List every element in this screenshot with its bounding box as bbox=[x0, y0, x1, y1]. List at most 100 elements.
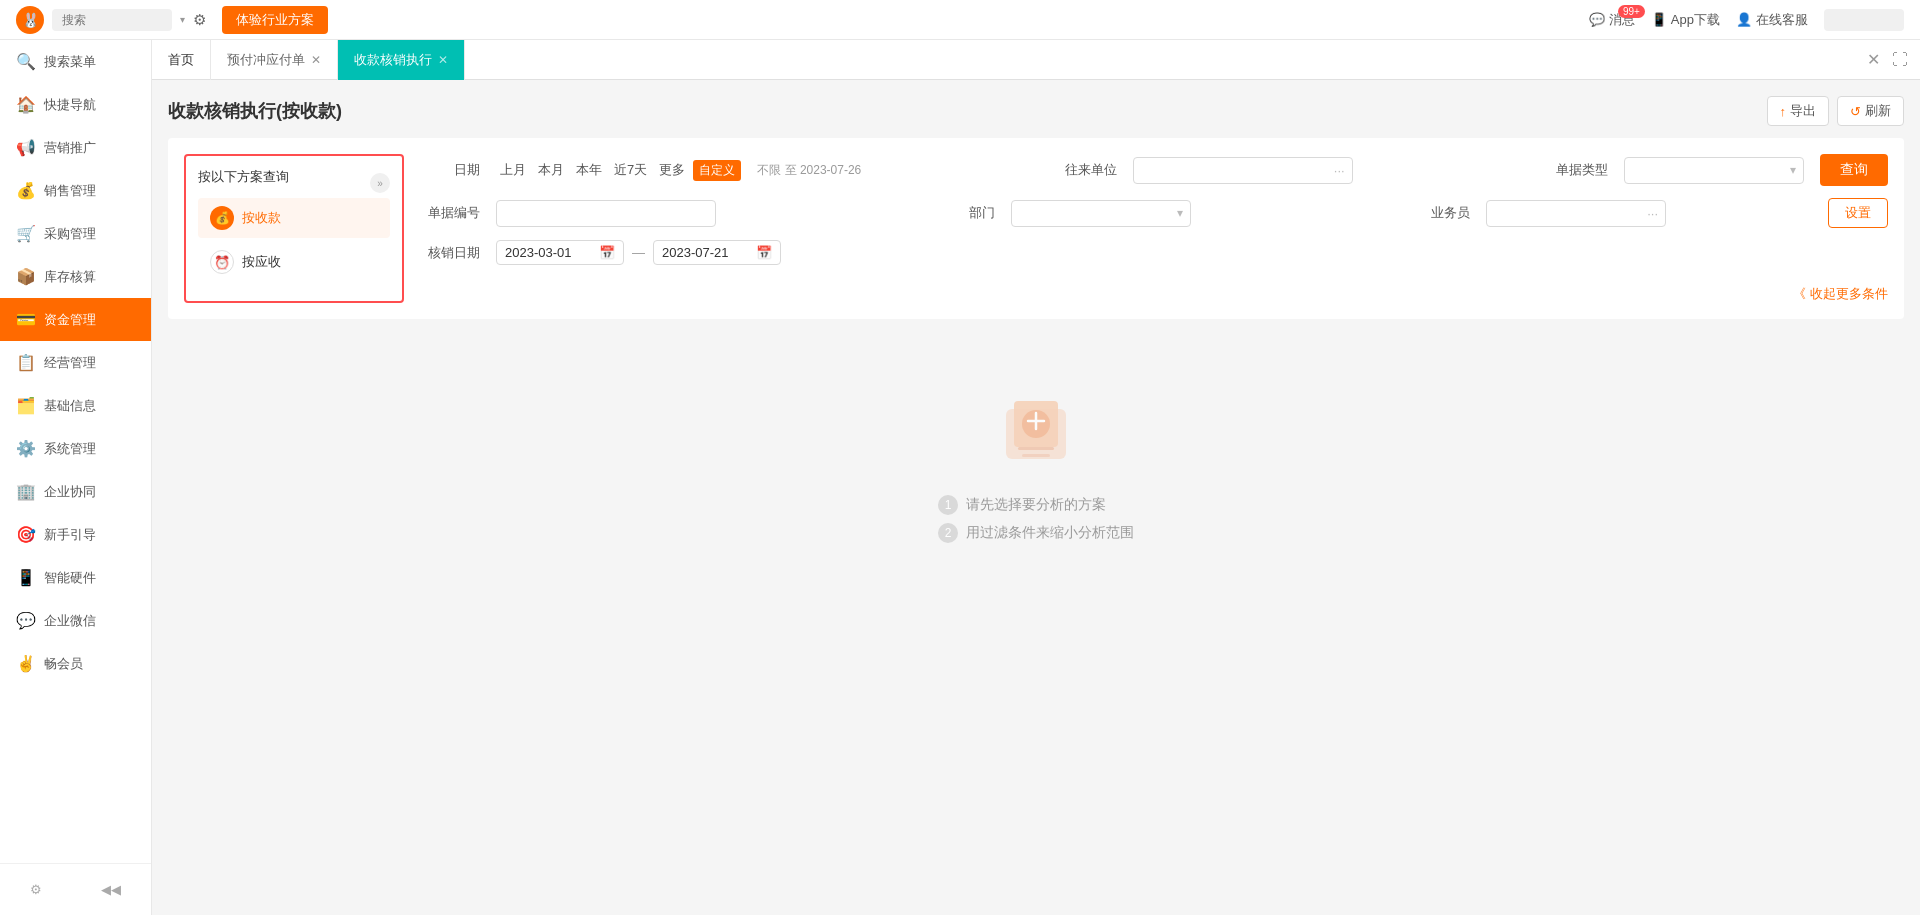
member-icon: ✌ bbox=[16, 654, 36, 673]
svg-rect-6 bbox=[1022, 454, 1050, 457]
calendar-icon[interactable]: 📅 bbox=[756, 245, 772, 260]
home-icon: 🏠 bbox=[16, 95, 36, 114]
tab-home[interactable]: 首页 bbox=[152, 40, 211, 80]
sidebar-item-label: 搜索菜单 bbox=[44, 53, 96, 71]
sidebar-item-marketing[interactable]: 📢 营销推广 bbox=[0, 126, 151, 169]
service-icon: 👤 bbox=[1736, 12, 1752, 27]
online-service-button[interactable]: 👤 在线客服 bbox=[1736, 11, 1808, 29]
inventory-icon: 📦 bbox=[16, 267, 36, 286]
staff-input[interactable] bbox=[1486, 200, 1666, 227]
sidebar-item-basic-info[interactable]: 🗂️ 基础信息 bbox=[0, 384, 151, 427]
settings-bottom-icon[interactable]: ⚙ bbox=[20, 872, 52, 907]
dept-label: 部门 bbox=[935, 204, 995, 222]
dept-select[interactable] bbox=[1011, 200, 1191, 227]
writeoff-date-end-wrapper: 2023-07-21 📅 bbox=[653, 240, 781, 265]
sidebar-item-label: 企业协同 bbox=[44, 483, 96, 501]
sidebar-item-guide[interactable]: 🎯 新手引导 bbox=[0, 513, 151, 556]
voucher-type-label: 单据类型 bbox=[1548, 161, 1608, 179]
content-area: 首页 预付冲应付单 ✕ 收款核销执行 ✕ ✕ ⛶ 收款核销执行(按收款) bbox=[152, 40, 1920, 915]
sidebar-item-label: 销售管理 bbox=[44, 182, 96, 200]
sidebar-item-label: 畅会员 bbox=[44, 655, 83, 673]
topbar-left: 🐰 ▾ ⚙ 体验行业方案 bbox=[16, 6, 328, 34]
filter-option-label: 按收款 bbox=[242, 209, 281, 227]
wechat-icon: 💬 bbox=[16, 611, 36, 630]
date-option-more[interactable]: 更多 bbox=[655, 159, 689, 181]
hint-number: 2 bbox=[938, 523, 958, 543]
tab-maximize-button[interactable]: ⛶ bbox=[1888, 47, 1912, 73]
sidebar-item-quick-nav[interactable]: 🏠 快捷导航 bbox=[0, 83, 151, 126]
sidebar-item-inventory[interactable]: 📦 库存核算 bbox=[0, 255, 151, 298]
message-button[interactable]: 💬 消息 99+ bbox=[1589, 11, 1635, 29]
tab-close-icon[interactable]: ✕ bbox=[311, 53, 321, 67]
solution-button[interactable]: 体验行业方案 bbox=[222, 6, 328, 34]
empty-hints: 1 请先选择要分析的方案 2 用过滤条件来缩小分析范围 bbox=[938, 495, 1134, 543]
sidebar-item-label: 基础信息 bbox=[44, 397, 96, 415]
sidebar-item-label: 快捷导航 bbox=[44, 96, 96, 114]
calendar-icon[interactable]: 📅 bbox=[599, 245, 615, 260]
sidebar-item-sales[interactable]: 💰 销售管理 bbox=[0, 169, 151, 212]
voucher-type-select-wrapper: ▾ bbox=[1624, 157, 1804, 184]
filter-row-1: 日期 上月 本月 本年 近7天 更多 自定义 不限 至 2023-07-26 bbox=[420, 154, 1888, 186]
refresh-button[interactable]: ↺ 刷新 bbox=[1837, 96, 1904, 126]
voucher-type-select[interactable] bbox=[1624, 157, 1804, 184]
enterprise-icon: 🏢 bbox=[16, 482, 36, 501]
app-download-button[interactable]: 📱 App下载 bbox=[1651, 11, 1720, 29]
sidebar-item-label: 系统管理 bbox=[44, 440, 96, 458]
voucher-no-input[interactable] bbox=[496, 200, 716, 227]
receipt-option-icon: 💰 bbox=[210, 206, 234, 230]
sidebar-item-label: 资金管理 bbox=[44, 311, 96, 329]
user-avatar[interactable] bbox=[1824, 9, 1904, 31]
staff-dots[interactable]: ··· bbox=[1647, 206, 1658, 221]
message-badge: 99+ bbox=[1618, 5, 1645, 18]
date-option-this-year[interactable]: 本年 bbox=[572, 159, 606, 181]
collapse-more-button[interactable]: 《 收起更多条件 bbox=[1793, 285, 1888, 303]
filter-option-by-receivable[interactable]: ⏰ 按应收 bbox=[198, 242, 390, 282]
date-option-this-month[interactable]: 本月 bbox=[534, 159, 568, 181]
gear-icon[interactable]: ⚙ bbox=[193, 11, 206, 29]
export-button[interactable]: ↑ 导出 bbox=[1767, 96, 1830, 126]
filter-option-by-receipt[interactable]: 💰 按收款 bbox=[198, 198, 390, 238]
counterpart-dots[interactable]: ··· bbox=[1334, 163, 1345, 178]
writeoff-date-end-input[interactable]: 2023-07-21 bbox=[662, 245, 752, 260]
collapse-sidebar-icon[interactable]: ◀◀ bbox=[91, 872, 131, 907]
writeoff-date-label: 核销日期 bbox=[420, 244, 480, 262]
system-icon: ⚙️ bbox=[16, 439, 36, 458]
sidebar-item-enterprise[interactable]: 🏢 企业协同 bbox=[0, 470, 151, 513]
tab-writeoff[interactable]: 收款核销执行 ✕ bbox=[338, 40, 465, 80]
sidebar-item-system[interactable]: ⚙️ 系统管理 bbox=[0, 427, 151, 470]
tab-close-icon[interactable]: ✕ bbox=[438, 53, 448, 67]
main-layout: 🔍 搜索菜单 🏠 快捷导航 📢 营销推广 💰 销售管理 🛒 采购管理 📦 库存核… bbox=[0, 40, 1920, 915]
search-icon: 🔍 bbox=[16, 52, 36, 71]
sidebar-item-label: 企业微信 bbox=[44, 612, 96, 630]
page-actions: ↑ 导出 ↺ 刷新 bbox=[1767, 96, 1905, 126]
sidebar-item-member[interactable]: ✌ 畅会员 bbox=[0, 642, 151, 685]
receivable-option-icon: ⏰ bbox=[210, 250, 234, 274]
filter-panel-title: 按以下方案查询 bbox=[198, 168, 289, 186]
sidebar-item-search[interactable]: 🔍 搜索菜单 bbox=[0, 40, 151, 83]
sidebar-item-wechat[interactable]: 💬 企业微信 bbox=[0, 599, 151, 642]
topbar-search-input[interactable] bbox=[52, 9, 172, 31]
operations-icon: 📋 bbox=[16, 353, 36, 372]
filter-right-panel: 日期 上月 本月 本年 近7天 更多 自定义 不限 至 2023-07-26 bbox=[420, 154, 1888, 303]
counterpart-input[interactable] bbox=[1133, 157, 1353, 184]
writeoff-date-start-input[interactable]: 2023-03-01 bbox=[505, 245, 595, 260]
sidebar: 🔍 搜索菜单 🏠 快捷导航 📢 营销推广 💰 销售管理 🛒 采购管理 📦 库存核… bbox=[0, 40, 152, 915]
date-option-custom[interactable]: 自定义 bbox=[693, 160, 741, 181]
collapse-more-container: 《 收起更多条件 bbox=[420, 277, 1888, 303]
tab-close-button[interactable]: ✕ bbox=[1863, 46, 1884, 73]
sidebar-item-purchase[interactable]: 🛒 采购管理 bbox=[0, 212, 151, 255]
sidebar-item-hardware[interactable]: 📱 智能硬件 bbox=[0, 556, 151, 599]
tab-bar-actions: ✕ ⛶ bbox=[1863, 46, 1920, 73]
sidebar-item-operations[interactable]: 📋 经营管理 bbox=[0, 341, 151, 384]
query-button[interactable]: 查询 bbox=[1820, 154, 1888, 186]
app-icon: 📱 bbox=[1651, 12, 1667, 27]
chevron-down-icon: ▾ bbox=[180, 14, 185, 25]
sidebar-item-funds[interactable]: 💳 资金管理 bbox=[0, 298, 151, 341]
chevron-up-icon: 《 bbox=[1793, 285, 1806, 303]
tab-prepay[interactable]: 预付冲应付单 ✕ bbox=[211, 40, 338, 80]
settings-button[interactable]: 设置 bbox=[1828, 198, 1888, 228]
date-option-last-month[interactable]: 上月 bbox=[496, 159, 530, 181]
filter-collapse-icon[interactable]: » bbox=[370, 173, 390, 193]
sidebar-item-label: 新手引导 bbox=[44, 526, 96, 544]
date-option-7days[interactable]: 近7天 bbox=[610, 159, 651, 181]
